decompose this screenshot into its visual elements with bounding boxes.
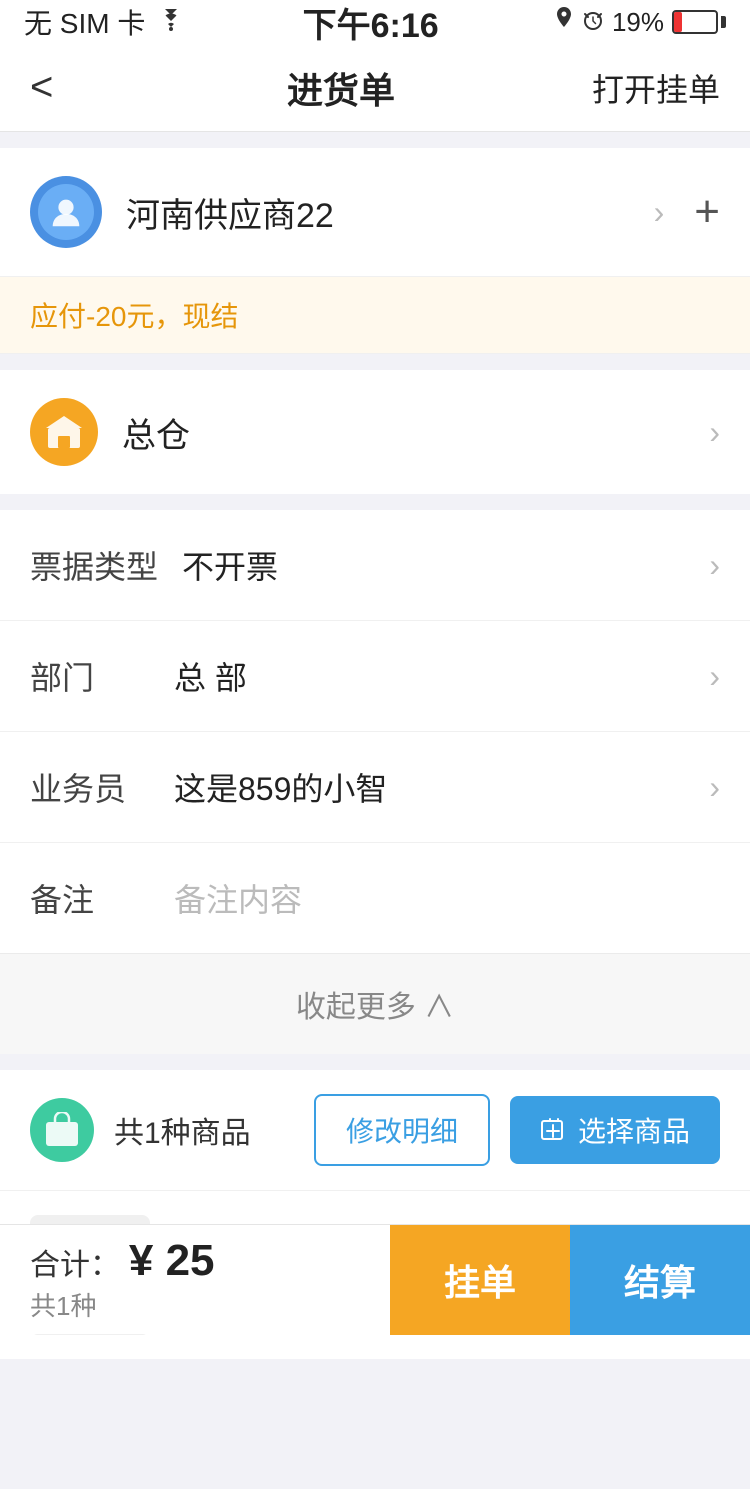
select-product-button[interactable]: 选择商品 <box>510 1096 720 1164</box>
warehouse-chevron-icon: › <box>709 414 720 451</box>
warehouse-row[interactable]: 总仓 › <box>0 370 750 494</box>
warehouse-name: 总仓 <box>122 408 709 457</box>
supplier-row[interactable]: 河南供应商22 › + <box>0 148 750 277</box>
page-title: 进货单 <box>287 62 395 114</box>
status-bar-left: 无 SIM 卡 <box>24 2 187 42</box>
remark-label: 备注 <box>30 875 150 921</box>
open-hang-button[interactable]: 打开挂单 <box>592 65 720 111</box>
carrier-label: 无 SIM 卡 <box>24 2 145 42</box>
divider-2 <box>0 494 750 510</box>
back-button[interactable]: < <box>30 65 90 110</box>
form-section: 票据类型 不开票 › 部门 总 部 › 业务员 这是859的小智 › 备注 备注… <box>0 510 750 953</box>
checkout-button[interactable]: 结算 <box>570 1225 750 1335</box>
supplier-name: 河南供应商22 <box>126 188 654 237</box>
products-count: 共1种商品 <box>114 1108 294 1152</box>
status-bar: 无 SIM 卡 下午6:16 19% <box>0 0 750 44</box>
supplier-section: 河南供应商22 › + 应付-20元，现结 <box>0 148 750 354</box>
invoice-row[interactable]: 票据类型 不开票 › <box>0 510 750 620</box>
edit-detail-button[interactable]: 修改明细 <box>314 1094 490 1166</box>
products-icon <box>30 1098 94 1162</box>
bottom-bar: 合计： ¥ 25 共1种 挂单 结算 <box>0 1224 750 1334</box>
total-count: 共1种 <box>30 1286 390 1323</box>
dept-chevron-icon: › <box>709 658 720 695</box>
add-supplier-button[interactable]: + <box>694 187 720 237</box>
wifi-icon <box>155 6 187 38</box>
total-label: 合计： <box>30 1249 120 1282</box>
status-time: 下午6:16 <box>303 0 439 47</box>
salesman-row[interactable]: 业务员 这是859的小智 › <box>0 731 750 842</box>
supplier-chevron-icon: › <box>654 194 665 231</box>
dept-row[interactable]: 部门 总 部 › <box>0 620 750 731</box>
warehouse-icon <box>30 398 98 466</box>
divider-1 <box>0 354 750 370</box>
battery-label: 19% <box>612 7 664 38</box>
warehouse-section: 总仓 › <box>0 370 750 494</box>
top-divider <box>0 132 750 148</box>
products-header: 共1种商品 修改明细 选择商品 <box>0 1054 750 1190</box>
select-product-label: 选择商品 <box>578 1110 690 1150</box>
salesman-value: 这是859的小智 <box>150 764 709 810</box>
warning-banner: 应付-20元，现结 <box>0 277 750 354</box>
salesman-chevron-icon: › <box>709 769 720 806</box>
alarm-icon <box>582 7 604 38</box>
bottom-spacer <box>0 1359 750 1489</box>
total-amount: ¥ 25 <box>129 1236 215 1285</box>
total-section: 合计： ¥ 25 共1种 <box>0 1236 390 1323</box>
salesman-label: 业务员 <box>30 764 150 810</box>
invoice-label: 票据类型 <box>30 542 158 588</box>
battery-icon <box>672 10 726 34</box>
location-icon <box>554 7 574 38</box>
hang-button[interactable]: 挂单 <box>390 1225 570 1335</box>
avatar <box>30 176 102 248</box>
remark-input[interactable]: 备注内容 <box>150 875 720 921</box>
collapse-button[interactable]: 收起更多 ∧ <box>0 953 750 1054</box>
nav-bar: < 进货单 打开挂单 <box>0 44 750 132</box>
invoice-chevron-icon: › <box>709 547 720 584</box>
invoice-value: 不开票 <box>158 542 709 588</box>
status-bar-right: 19% <box>554 7 726 38</box>
dept-label: 部门 <box>30 653 150 699</box>
remark-row[interactable]: 备注 备注内容 <box>0 842 750 953</box>
dept-value: 总 部 <box>150 653 709 699</box>
total-row: 合计： ¥ 25 <box>30 1236 390 1286</box>
